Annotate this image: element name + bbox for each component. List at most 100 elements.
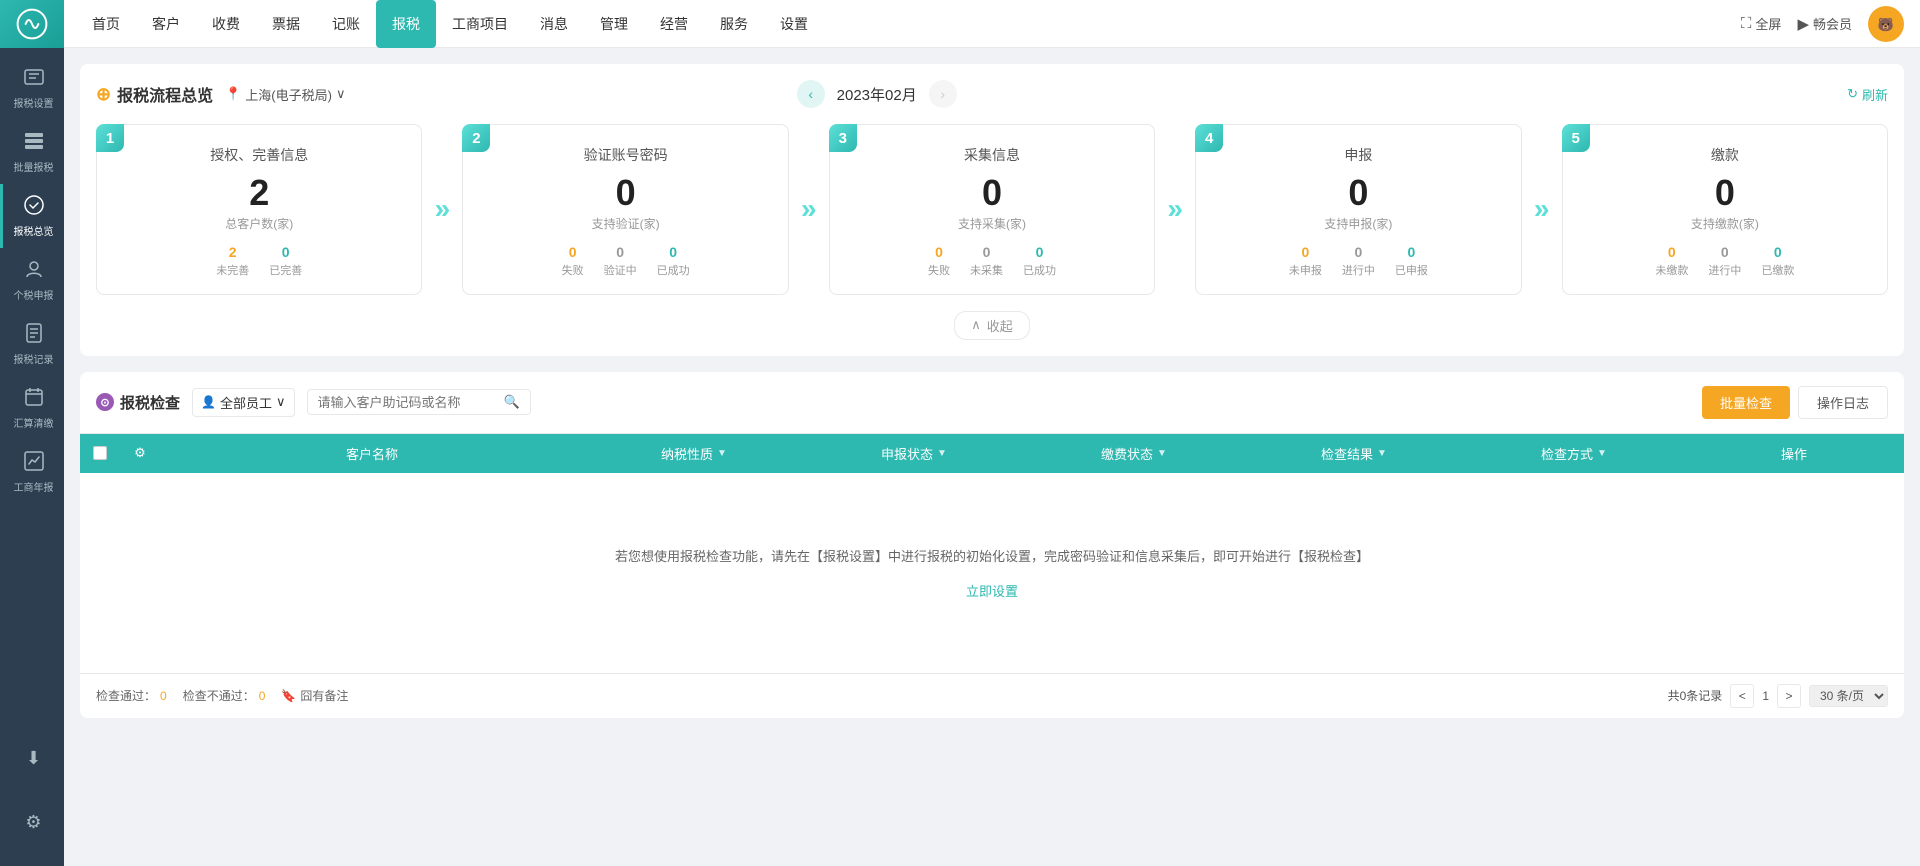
sidebar-item-batch-tax[interactable]: 批量报税 xyxy=(0,120,64,184)
batch-check-btn[interactable]: 批量检查 xyxy=(1702,386,1790,419)
stat-label-2-1: 验证中 xyxy=(604,262,637,278)
stat-2-0: 0 失败 xyxy=(562,244,584,278)
stat-val-1-1: 0 xyxy=(282,244,290,260)
nav-settings[interactable]: 设置 xyxy=(764,0,824,48)
refresh-btn[interactable]: ↻ 刷新 xyxy=(1847,85,1888,104)
stat-1-0: 2 未完善 xyxy=(216,244,249,278)
pass-count-link[interactable]: 0 xyxy=(160,689,167,703)
sidebar-item-tax-records[interactable]: 报税记录 xyxy=(0,312,64,376)
check-title: ⊙ 报税检查 xyxy=(96,392,180,413)
step-number-4: 4 xyxy=(1195,124,1223,152)
table-footer: 检查通过： 0 检查不通过： 0 🔖 囧有备注 共0条记录 < 1 xyxy=(80,673,1904,718)
first-page-btn[interactable]: < xyxy=(1730,684,1754,708)
sidebar-item-personal-tax[interactable]: 个税申报 xyxy=(0,248,64,312)
stat-val-2-2: 0 xyxy=(669,244,677,260)
nav-commerce[interactable]: 工商项目 xyxy=(436,0,524,48)
stat-val-5-2: 0 xyxy=(1774,244,1782,260)
th-checkbox[interactable] xyxy=(80,434,120,473)
stat-4-2: 0 已申报 xyxy=(1395,244,1428,278)
steps-row: 1 授权、完善信息 2 总客户数(家) 2 未完善 0 已完善 xyxy=(96,124,1888,295)
tax-settings-icon xyxy=(23,66,45,91)
sidebar-config[interactable]: ⚙ xyxy=(0,790,64,854)
step-card-3: 3 采集信息 0 支持采集(家) 0 失败 0 未采集 xyxy=(829,124,1155,295)
stat-label-3-1: 未采集 xyxy=(970,262,1003,278)
stat-val-3-0: 0 xyxy=(935,244,943,260)
sidebar-item-annual-report[interactable]: 工商年报 xyxy=(0,440,64,504)
stat-label-4-0: 未申报 xyxy=(1289,262,1322,278)
setup-link[interactable]: 立即设置 xyxy=(966,581,1018,600)
avatar[interactable]: 🐻 xyxy=(1868,6,1904,42)
footer-pass-stat: 检查通过： 0 xyxy=(96,687,167,704)
stat-label-5-2: 已缴款 xyxy=(1761,262,1794,278)
nav-fees[interactable]: 收费 xyxy=(196,0,256,48)
tax-type-filter-icon[interactable]: ▼ xyxy=(717,448,727,459)
date-navigator: ‹ 2023年02月 › xyxy=(797,80,957,108)
th-action: 操作 xyxy=(1684,434,1904,473)
plus-circle-icon: ⊕ xyxy=(96,84,111,105)
operation-log-btn[interactable]: 操作日志 xyxy=(1798,386,1888,419)
sidebar-item-overview[interactable]: 报税总览 xyxy=(0,184,64,248)
footer-note-stat: 🔖 囧有备注 xyxy=(281,687,348,704)
step-arrow-3: » xyxy=(1155,124,1195,295)
collapse-btn[interactable]: ∧ 收起 xyxy=(954,311,1030,340)
employee-filter[interactable]: 👤 全部员工 ∨ xyxy=(192,388,294,417)
nav-clients[interactable]: 客户 xyxy=(136,0,196,48)
search-icon[interactable]: 🔍 xyxy=(504,394,520,410)
step-arrow-4: » xyxy=(1522,124,1562,295)
step-arrow-2: » xyxy=(789,124,829,295)
main-layout: 报税设置 批量报税 报税总览 xyxy=(0,48,1920,866)
nav-tickets[interactable]: 票据 xyxy=(256,0,316,48)
result-filter-icon[interactable]: ▼ xyxy=(1377,448,1387,459)
stat-val-3-1: 0 xyxy=(983,244,991,260)
step-title-2: 验证账号密码 xyxy=(479,145,771,165)
step-title-1: 授权、完善信息 xyxy=(113,145,405,165)
step-number-3: 3 xyxy=(829,124,857,152)
footer-pagination: 共0条记录 < 1 > 30 条/页 xyxy=(1668,684,1888,708)
declare-filter-icon[interactable]: ▼ xyxy=(937,448,947,459)
stat-val-5-0: 0 xyxy=(1668,244,1676,260)
step-sub-2: 支持验证(家) xyxy=(479,215,771,232)
next-date-btn[interactable]: › xyxy=(929,80,957,108)
header-checkbox[interactable] xyxy=(93,446,107,460)
sidebar-item-tax-settings[interactable]: 报税设置 xyxy=(0,56,64,120)
fullscreen-btn[interactable]: ⛶ 全屏 xyxy=(1741,14,1782,33)
sidebar-download[interactable]: ⬇ xyxy=(0,726,64,790)
footer-fail-stat: 检查不通过： 0 xyxy=(183,687,266,704)
nav-manage[interactable]: 管理 xyxy=(584,0,644,48)
step-card-4: 4 申报 0 支持申报(家) 0 未申报 0 进行中 xyxy=(1195,124,1521,295)
sidebar-item-annual-settlement[interactable]: 汇算清缴 xyxy=(0,376,64,440)
region-selector[interactable]: 📍 上海(电子税局) ∨ xyxy=(225,85,345,104)
gear-icon: ⚙ xyxy=(134,445,146,461)
pay-filter-icon[interactable]: ▼ xyxy=(1157,448,1167,459)
batch-tax-icon xyxy=(23,130,45,155)
sidebar-bottom: ⬇ ⚙ xyxy=(0,726,64,866)
check-header: ⊙ 报税检查 👤 全部员工 ∨ 🔍 批量检查 操作日志 xyxy=(80,372,1904,433)
prev-date-btn[interactable]: ‹ xyxy=(797,80,825,108)
table-head: ⚙ 客户名称 纳税性质 ▼ 申报状态 ▼ 缴费状态 ▼ xyxy=(80,434,1904,473)
tax-records-icon xyxy=(23,322,45,347)
search-input[interactable] xyxy=(318,395,498,410)
page-size-select[interactable]: 30 条/页 xyxy=(1809,685,1888,707)
fail-count-link[interactable]: 0 xyxy=(259,689,266,703)
method-filter-icon[interactable]: ▼ xyxy=(1597,448,1607,459)
personal-tax-icon xyxy=(23,258,45,283)
nav-tax[interactable]: 报税 xyxy=(376,0,436,48)
nav-service[interactable]: 服务 xyxy=(704,0,764,48)
next-page-btn[interactable]: > xyxy=(1777,684,1801,708)
nav-operations[interactable]: 经营 xyxy=(644,0,704,48)
member-btn[interactable]: ▶ 畅会员 xyxy=(1797,14,1852,33)
step-stats-3: 0 失败 0 未采集 0 已成功 xyxy=(846,244,1138,278)
th-gear[interactable]: ⚙ xyxy=(120,434,160,473)
nav-messages[interactable]: 消息 xyxy=(524,0,584,48)
stat-val-2-1: 0 xyxy=(616,244,624,260)
step-stats-1: 2 未完善 0 已完善 xyxy=(113,244,405,278)
stat-label-3-2: 已成功 xyxy=(1023,262,1056,278)
top-nav: 首页 客户 收费 票据 记账 报税 工商项目 消息 管理 经营 服务 设置 ⛶ … xyxy=(0,0,1920,48)
nav-accounting[interactable]: 记账 xyxy=(316,0,376,48)
step-title-5: 缴款 xyxy=(1579,145,1871,165)
stat-5-1: 0 进行中 xyxy=(1708,244,1741,278)
stat-3-0: 0 失败 xyxy=(928,244,950,278)
nav-home[interactable]: 首页 xyxy=(76,0,136,48)
refresh-icon: ↻ xyxy=(1847,86,1858,102)
step-count-5: 0 xyxy=(1579,173,1871,213)
